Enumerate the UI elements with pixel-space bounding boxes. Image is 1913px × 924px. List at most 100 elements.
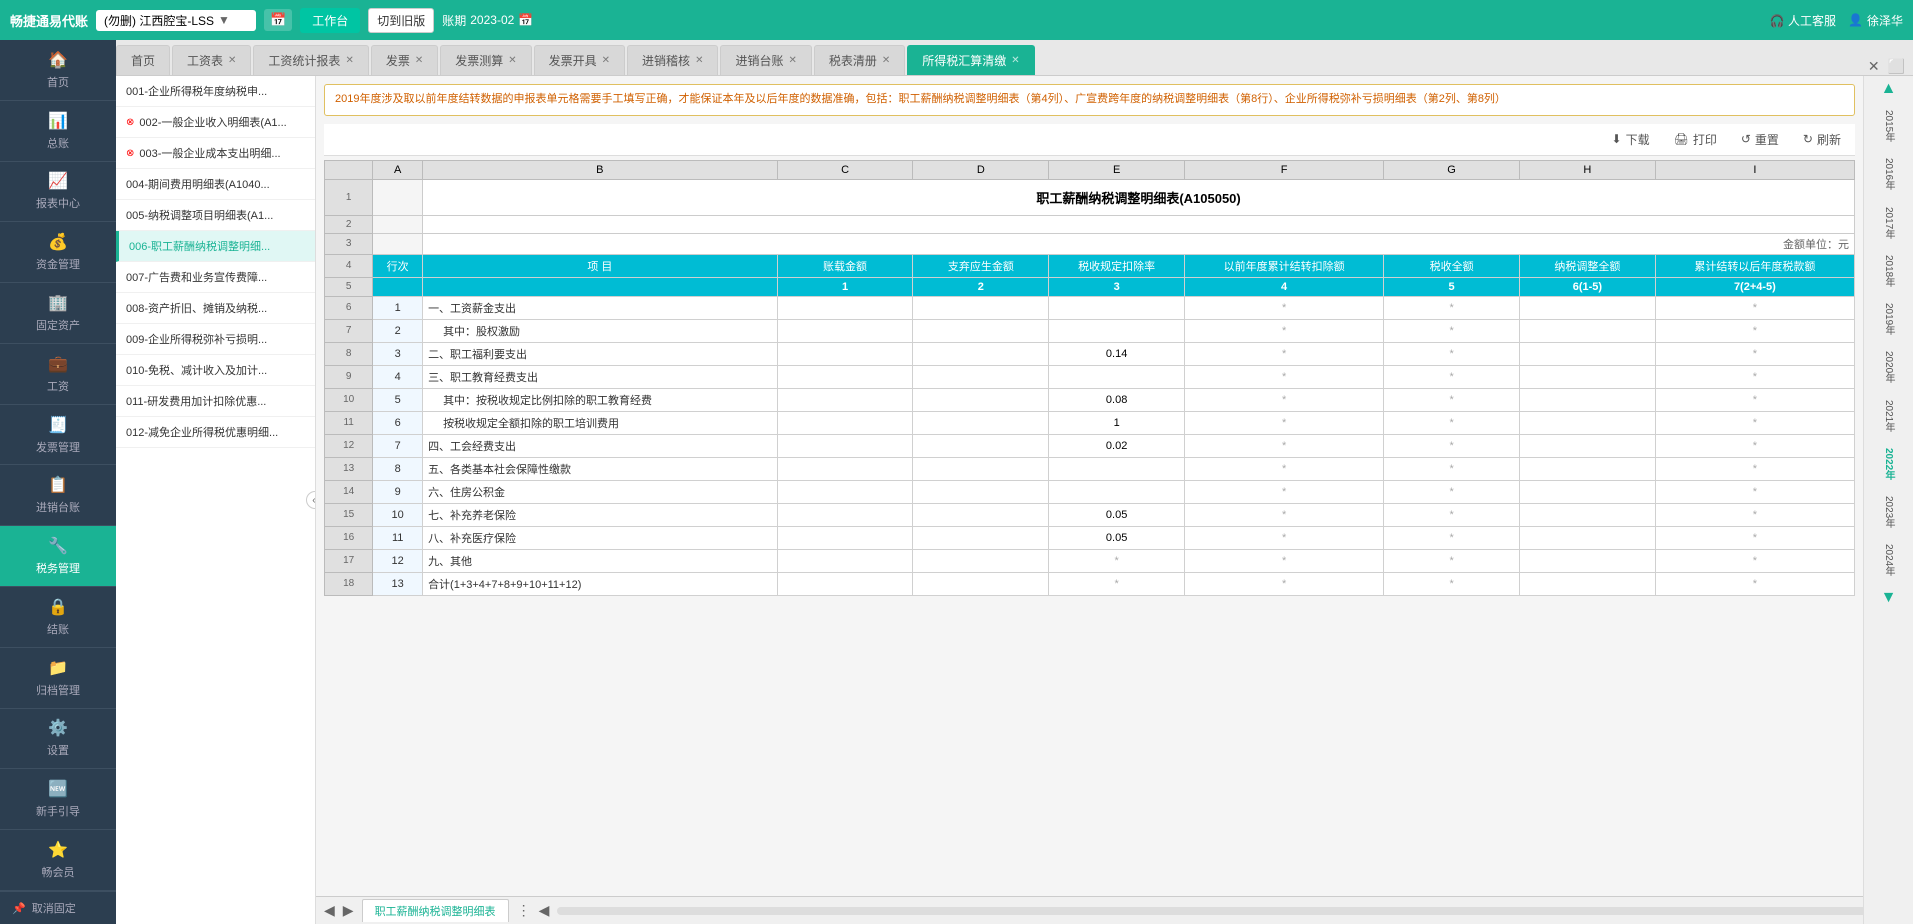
list-item-009[interactable]: 009-企业所得税弥补亏损明... bbox=[116, 324, 315, 355]
cell-value[interactable] bbox=[777, 388, 913, 411]
cell-value[interactable] bbox=[777, 549, 913, 572]
tab-audit-close[interactable]: ✕ bbox=[695, 55, 703, 66]
cell-value[interactable]: 0.05 bbox=[1049, 526, 1185, 549]
cell-value[interactable] bbox=[777, 342, 913, 365]
sidebar-item-payroll[interactable]: 💼 工资 bbox=[0, 344, 116, 405]
cell-value[interactable]: * bbox=[1185, 411, 1384, 434]
cell-value[interactable] bbox=[777, 480, 913, 503]
cell-value[interactable]: * bbox=[1655, 319, 1854, 342]
cell-label[interactable]: 四、工会经费支出 bbox=[423, 434, 778, 457]
cell-value[interactable] bbox=[777, 434, 913, 457]
cell-value[interactable]: * bbox=[1185, 388, 1384, 411]
tab-invoice-close[interactable]: ✕ bbox=[415, 55, 423, 66]
cell-value[interactable] bbox=[1049, 296, 1185, 319]
cell-label[interactable]: 七、补充养老保险 bbox=[423, 503, 778, 526]
cell-value[interactable] bbox=[777, 572, 913, 595]
switch-button[interactable]: 切到旧版 bbox=[368, 8, 434, 33]
cell-value[interactable] bbox=[913, 503, 1049, 526]
tab-payroll-stat[interactable]: 工资统计报表 ✕ bbox=[253, 45, 368, 75]
cell-value[interactable]: * bbox=[1384, 365, 1520, 388]
sheet-nav-left[interactable]: ◀ bbox=[324, 902, 335, 919]
tab-income-tax[interactable]: 所得税汇算清缴 ✕ bbox=[907, 45, 1034, 75]
sidebar-item-guide[interactable]: 🆕 新手引导 bbox=[0, 769, 116, 830]
sidebar-item-close[interactable]: 🔒 结账 bbox=[0, 587, 116, 648]
year-2022[interactable]: 2022年 bbox=[1881, 440, 1896, 488]
cell-value[interactable]: * bbox=[1384, 503, 1520, 526]
cell-value[interactable] bbox=[1519, 319, 1655, 342]
list-item-002[interactable]: ⊗ 002-一般企业收入明细表(A1... bbox=[116, 107, 315, 138]
list-item-005[interactable]: 005-纳税调整项目明细表(A1... bbox=[116, 200, 315, 231]
cell-value[interactable] bbox=[1049, 365, 1185, 388]
reset-button[interactable]: ↺ 重置 bbox=[1735, 128, 1785, 151]
cell-value[interactable]: 0.14 bbox=[1049, 342, 1185, 365]
cell-value[interactable] bbox=[1519, 572, 1655, 595]
cell-value[interactable] bbox=[777, 296, 913, 319]
cell-value[interactable] bbox=[913, 457, 1049, 480]
cell-value[interactable]: * bbox=[1384, 388, 1520, 411]
year-down-btn[interactable]: ▼ bbox=[1877, 585, 1901, 611]
cell-value[interactable] bbox=[913, 480, 1049, 503]
tab-payroll-close[interactable]: ✕ bbox=[228, 55, 236, 66]
cell-value[interactable]: * bbox=[1384, 319, 1520, 342]
tab-close-btn[interactable]: ✕ bbox=[1868, 58, 1880, 75]
cell-value[interactable] bbox=[1519, 411, 1655, 434]
year-2019[interactable]: 2019年 bbox=[1881, 295, 1896, 343]
list-item-010[interactable]: 010-免税、减计收入及加计... bbox=[116, 355, 315, 386]
tab-taxbook[interactable]: 税表清册 ✕ bbox=[814, 45, 905, 75]
sidebar-item-home[interactable]: 🏠 首页 bbox=[0, 40, 116, 101]
cell-label[interactable]: 其中：股权激励 bbox=[423, 319, 778, 342]
cell-value[interactable]: 0.08 bbox=[1049, 388, 1185, 411]
cell-value[interactable]: * bbox=[1185, 457, 1384, 480]
cell-value[interactable]: * bbox=[1655, 296, 1854, 319]
cell-label[interactable]: 三、职工教育经费支出 bbox=[423, 365, 778, 388]
cell-value[interactable]: * bbox=[1049, 572, 1185, 595]
cell-label[interactable]: 九、其他 bbox=[423, 549, 778, 572]
year-2015[interactable]: 2015年 bbox=[1881, 102, 1896, 150]
cell-label[interactable]: 五、各类基本社会保障性缴款 bbox=[423, 457, 778, 480]
cell-value[interactable]: * bbox=[1655, 457, 1854, 480]
sidebar-item-settings[interactable]: ⚙️ 设置 bbox=[0, 709, 116, 770]
cell-value[interactable]: * bbox=[1384, 411, 1520, 434]
year-2018[interactable]: 2018年 bbox=[1881, 247, 1896, 295]
sheet-menu-btn[interactable]: ⋮ bbox=[517, 902, 531, 919]
horizontal-scrollbar[interactable] bbox=[557, 907, 1886, 915]
list-item-008[interactable]: 008-资产折旧、摊销及纳税... bbox=[116, 293, 315, 324]
cell-value[interactable]: * bbox=[1185, 480, 1384, 503]
cell-value[interactable] bbox=[913, 526, 1049, 549]
print-button[interactable]: 🖨 打印 bbox=[1668, 128, 1723, 151]
cell-label[interactable]: 八、补充医疗保险 bbox=[423, 526, 778, 549]
cell-value[interactable]: * bbox=[1384, 296, 1520, 319]
cell-value[interactable] bbox=[777, 365, 913, 388]
cell-value[interactable] bbox=[1519, 457, 1655, 480]
company-selector[interactable]: (勿删) 江西腔宝-LSS ▼ bbox=[96, 10, 256, 31]
sidebar-item-invoice[interactable]: 🧾 发票管理 bbox=[0, 405, 116, 466]
sheet-nav-right[interactable]: ▶ bbox=[343, 902, 354, 919]
download-button[interactable]: ⬇ 下载 bbox=[1606, 128, 1656, 151]
cell-value[interactable]: * bbox=[1655, 411, 1854, 434]
year-2017[interactable]: 2017年 bbox=[1881, 199, 1896, 247]
cell-value[interactable]: * bbox=[1185, 365, 1384, 388]
cell-label[interactable]: 其中：按税收规定比例扣除的职工教育经费 bbox=[423, 388, 778, 411]
cell-value[interactable] bbox=[913, 434, 1049, 457]
cell-label[interactable]: 一、工资薪金支出 bbox=[423, 296, 778, 319]
cell-value[interactable] bbox=[913, 319, 1049, 342]
sidebar-item-purchsale[interactable]: 📋 进销台账 bbox=[0, 465, 116, 526]
cell-value[interactable]: * bbox=[1185, 526, 1384, 549]
tab-invoice-calc-close[interactable]: ✕ bbox=[508, 55, 516, 66]
refresh-button[interactable]: ↻ 刷新 bbox=[1797, 128, 1847, 151]
cell-value[interactable]: * bbox=[1185, 342, 1384, 365]
cell-value[interactable] bbox=[1519, 480, 1655, 503]
cell-value[interactable]: * bbox=[1655, 365, 1854, 388]
cell-label[interactable]: 六、住房公积金 bbox=[423, 480, 778, 503]
sidebar-item-member[interactable]: ⭐ 畅会员 bbox=[0, 830, 116, 891]
tab-taxbook-close[interactable]: ✕ bbox=[882, 55, 890, 66]
tab-invoice-calc[interactable]: 发票测算 ✕ bbox=[440, 45, 531, 75]
year-2016[interactable]: 2016年 bbox=[1881, 150, 1896, 198]
cell-value[interactable] bbox=[777, 503, 913, 526]
cell-label[interactable]: 按税收规定全额扣除的职工培训费用 bbox=[423, 411, 778, 434]
tab-audit[interactable]: 进销稽核 ✕ bbox=[627, 45, 718, 75]
sidebar-item-finance[interactable]: 💰 资金管理 bbox=[0, 222, 116, 283]
cell-value[interactable] bbox=[1519, 342, 1655, 365]
cell-value[interactable]: * bbox=[1384, 434, 1520, 457]
cell-value[interactable]: * bbox=[1185, 296, 1384, 319]
